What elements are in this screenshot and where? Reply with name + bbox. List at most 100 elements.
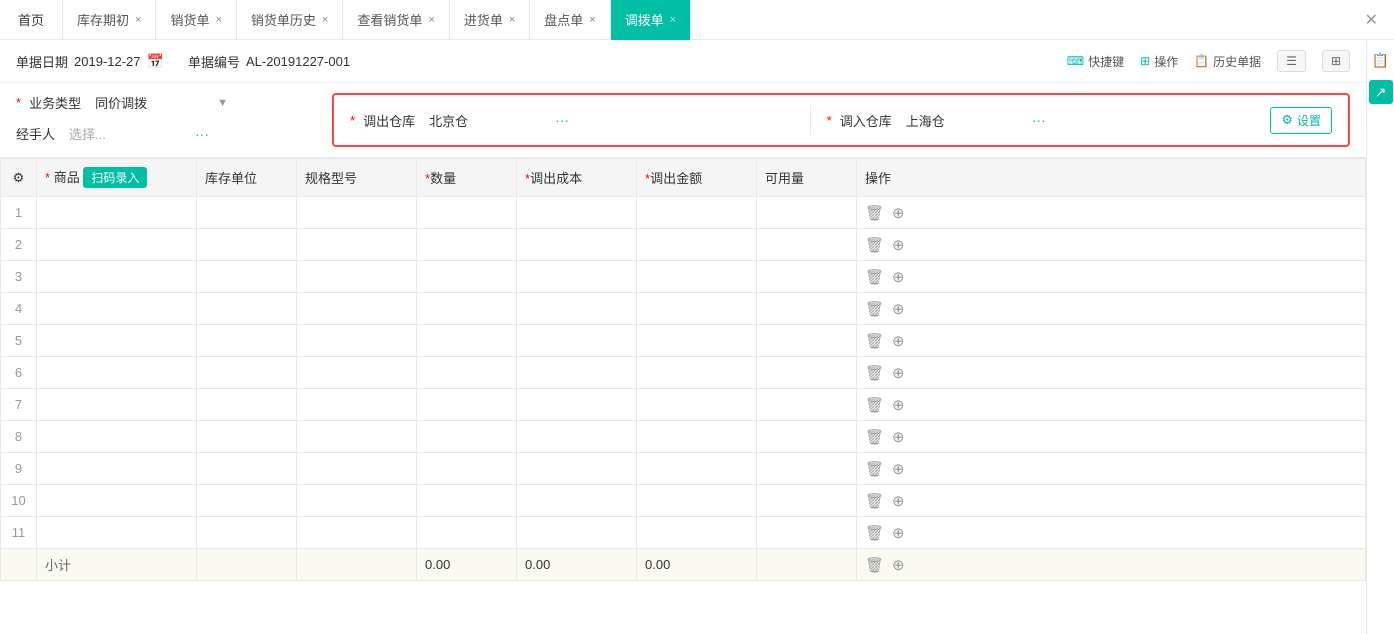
spec-cell[interactable] (297, 357, 417, 389)
available-cell[interactable] (757, 357, 857, 389)
product-cell[interactable] (37, 261, 197, 293)
unit-cell[interactable] (197, 453, 297, 485)
available-cell[interactable] (757, 485, 857, 517)
amount-cell[interactable] (637, 517, 757, 549)
delete-icon[interactable]: 🗑 (865, 268, 884, 286)
spec-cell[interactable] (297, 197, 417, 229)
amount-cell[interactable] (637, 421, 757, 453)
amount-cell[interactable] (637, 357, 757, 389)
tab-home[interactable]: 首页 (0, 0, 63, 40)
out-warehouse-more-icon[interactable]: ··· (555, 112, 569, 128)
available-cell[interactable] (757, 517, 857, 549)
cost-cell[interactable] (517, 389, 637, 421)
in-warehouse-more-icon[interactable]: ··· (1032, 112, 1046, 128)
available-cell[interactable] (757, 389, 857, 421)
amount-cell[interactable] (637, 485, 757, 517)
unit-cell[interactable] (197, 229, 297, 261)
close-icon[interactable]: × (670, 14, 676, 26)
quantity-cell[interactable] (417, 389, 517, 421)
more-icon[interactable]: ··· (195, 126, 209, 142)
scan-button[interactable]: 扫码录入 (83, 167, 147, 188)
unit-cell[interactable] (197, 517, 297, 549)
layout-button-1[interactable]: ☰ (1277, 50, 1306, 72)
layout-button-2[interactable]: ⊞ (1322, 50, 1350, 72)
copy-icon[interactable]: ⊕ (892, 236, 905, 254)
available-cell[interactable] (757, 453, 857, 485)
spec-cell[interactable] (297, 293, 417, 325)
quantity-cell[interactable] (417, 485, 517, 517)
copy-icon[interactable]: ⊕ (892, 396, 905, 414)
close-icon[interactable]: × (509, 14, 515, 26)
spec-cell[interactable] (297, 421, 417, 453)
delete-icon[interactable]: 🗑 (865, 204, 884, 222)
amount-cell[interactable] (637, 453, 757, 485)
delete-icon[interactable]: 🗑 (865, 332, 884, 350)
spec-cell[interactable] (297, 517, 417, 549)
unit-cell[interactable] (197, 293, 297, 325)
product-cell[interactable] (37, 389, 197, 421)
product-cell[interactable] (37, 485, 197, 517)
amount-cell[interactable] (637, 261, 757, 293)
close-icon[interactable]: × (428, 14, 434, 26)
quantity-cell[interactable] (417, 293, 517, 325)
copy-icon[interactable]: ⊕ (892, 364, 905, 382)
spec-cell[interactable] (297, 389, 417, 421)
delete-icon[interactable]: 🗑 (865, 236, 884, 254)
copy-icon[interactable]: ⊕ (892, 204, 905, 222)
tab-sales-history[interactable]: 销货单历史 × (237, 0, 343, 40)
tab-sales[interactable]: 销货单 × (156, 0, 236, 40)
product-cell[interactable] (37, 453, 197, 485)
tab-inventory-init[interactable]: 库存期初 × (63, 0, 156, 40)
quantity-cell[interactable] (417, 229, 517, 261)
cost-cell[interactable] (517, 293, 637, 325)
delete-icon[interactable]: 🗑 (865, 524, 884, 542)
available-cell[interactable] (757, 197, 857, 229)
available-cell[interactable] (757, 261, 857, 293)
cost-cell[interactable] (517, 485, 637, 517)
th-gear[interactable]: ⚙ (1, 159, 37, 197)
quantity-cell[interactable] (417, 421, 517, 453)
quantity-cell[interactable] (417, 325, 517, 357)
quantity-cell[interactable] (417, 357, 517, 389)
copy-icon[interactable]: ⊕ (892, 492, 905, 510)
handler-value[interactable]: 选择... (63, 124, 183, 143)
delete-icon[interactable]: 🗑 (865, 428, 884, 446)
copy-icon[interactable]: ⊕ (892, 332, 905, 350)
quantity-cell[interactable] (417, 261, 517, 293)
product-cell[interactable] (37, 229, 197, 261)
history-button[interactable]: 📋 历史单据 (1194, 53, 1261, 70)
cost-cell[interactable] (517, 421, 637, 453)
available-cell[interactable] (757, 421, 857, 453)
spec-cell[interactable] (297, 325, 417, 357)
delete-icon[interactable]: 🗑 (865, 492, 884, 510)
product-cell[interactable] (37, 517, 197, 549)
amount-cell[interactable] (637, 325, 757, 357)
delete-icon[interactable]: 🗑 (865, 364, 884, 382)
spec-cell[interactable] (297, 261, 417, 293)
calendar-icon[interactable]: 📅 (147, 53, 164, 70)
unit-cell[interactable] (197, 197, 297, 229)
available-cell[interactable] (757, 293, 857, 325)
shortcuts-button[interactable]: ⌨ 快捷键 (1067, 53, 1124, 70)
spec-cell[interactable] (297, 453, 417, 485)
spec-cell[interactable] (297, 229, 417, 261)
unit-cell[interactable] (197, 485, 297, 517)
unit-cell[interactable] (197, 325, 297, 357)
sidebar-export-icon[interactable]: ↗ (1369, 80, 1393, 104)
delete-icon[interactable]: 🗑 (865, 460, 884, 478)
cost-cell[interactable] (517, 453, 637, 485)
product-cell[interactable] (37, 421, 197, 453)
copy-icon[interactable]: ⊕ (892, 300, 905, 318)
amount-cell[interactable] (637, 197, 757, 229)
cost-cell[interactable] (517, 357, 637, 389)
copy-icon[interactable]: ⊕ (892, 268, 905, 286)
tab-inventory-check[interactable]: 盘点单 × (530, 0, 610, 40)
product-cell[interactable] (37, 357, 197, 389)
out-warehouse-value[interactable]: 北京仓 (423, 111, 543, 130)
available-cell[interactable] (757, 229, 857, 261)
quantity-cell[interactable] (417, 197, 517, 229)
delete-icon[interactable]: 🗑 (865, 556, 884, 574)
spec-cell[interactable] (297, 485, 417, 517)
close-icon[interactable]: × (135, 14, 141, 26)
business-type-value[interactable]: 同价调拨 (89, 93, 209, 112)
